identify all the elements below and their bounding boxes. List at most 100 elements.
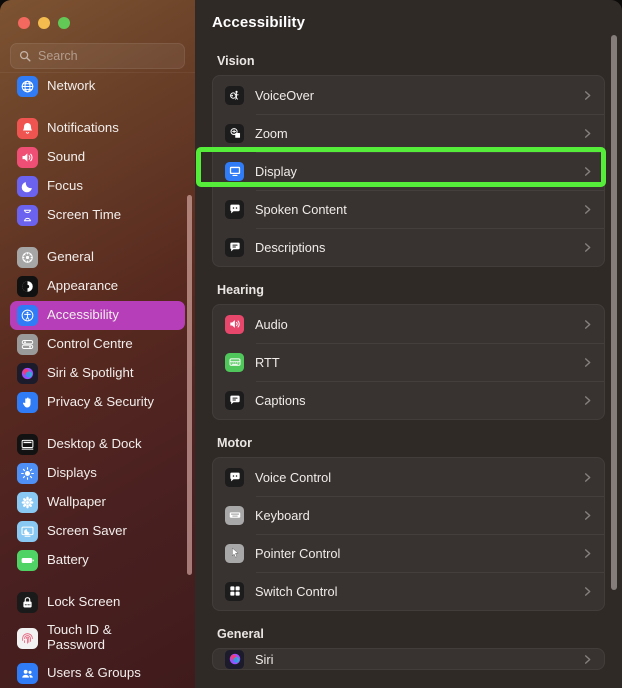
minimize-button[interactable] (38, 17, 50, 29)
settings-row-pointer-control[interactable]: Pointer Control (213, 534, 604, 572)
settings-card-hearing: Audio RTT Captions (212, 304, 605, 420)
sidebar-item-sound[interactable]: Sound (10, 143, 185, 172)
settings-row-voiceover[interactable]: VoiceOver (213, 76, 604, 114)
accessibility-person-icon (17, 305, 38, 326)
sidebar-item-general[interactable]: General (10, 243, 185, 272)
row-disclosure (582, 319, 593, 330)
sidebar-group-separator (10, 230, 185, 243)
rtt-phone-icon (225, 352, 244, 372)
settings-card-vision: VoiceOver Zoom Display Spoken Content De… (212, 75, 605, 267)
settings-row-descriptions[interactable]: Descriptions (213, 228, 604, 266)
sidebar-item-wallpaper[interactable]: Wallpaper (10, 488, 185, 517)
settings-row-siri[interactable]: Siri (213, 649, 604, 669)
row-disclosure (582, 90, 593, 101)
speech-bubble-icon (225, 199, 244, 219)
sidebar-item-lock-screen[interactable]: Lock Screen (10, 588, 185, 617)
hand-icon (17, 392, 38, 413)
control-centre-icon (17, 334, 38, 355)
search-container: Search (0, 40, 195, 69)
display-monitor-icon (225, 161, 244, 181)
chevron-right-icon (584, 654, 591, 664)
row-disclosure (582, 654, 593, 665)
sidebar-item-label: Accessibility (47, 307, 119, 323)
settings-row-label: Audio (255, 316, 288, 332)
sidebar-group-separator (10, 575, 185, 588)
sidebar-item-privacy-security[interactable]: Privacy & Security (10, 388, 185, 417)
search-icon (19, 50, 31, 62)
sidebar-item-control-centre[interactable]: Control Centre (10, 330, 185, 359)
chevron-right-icon (584, 510, 591, 520)
settings-row-captions[interactable]: Captions (213, 381, 604, 419)
audio-speaker-icon (225, 314, 244, 334)
sidebar-item-appearance[interactable]: Appearance (10, 272, 185, 301)
settings-row-label: Voice Control (255, 469, 332, 485)
settings-row-switch-control[interactable]: Switch Control (213, 572, 604, 610)
section-title-vision: Vision (217, 54, 255, 68)
sidebar-item-network[interactable]: Network (10, 72, 185, 101)
section-title-hearing: Hearing (217, 283, 264, 297)
zoom-button[interactable] (58, 17, 70, 29)
settings-row-label: RTT (255, 354, 280, 370)
page-title: Accessibility (212, 14, 306, 31)
row-disclosure (582, 128, 593, 139)
sidebar-scroll-area: Network Notifications Sound Focus Screen Tim… (0, 72, 195, 688)
settings-row-zoom[interactable]: Zoom (213, 114, 604, 152)
battery-icon (17, 550, 38, 571)
settings-row-label: Display (255, 163, 297, 179)
system-settings-window: Search Network Notifications Sound Focus Scr… (0, 0, 622, 688)
pointer-cursor-icon (225, 543, 244, 563)
row-disclosure (582, 472, 593, 483)
sidebar-item-label: Network (47, 78, 96, 94)
settings-row-voice-control[interactable]: Voice Control (213, 458, 604, 496)
sidebar-item-label: Focus (47, 178, 83, 194)
sidebar-item-label: General (47, 249, 94, 265)
sidebar-item-screen-saver[interactable]: Screen Saver (10, 517, 185, 546)
siri-icon (17, 363, 38, 384)
settings-row-display[interactable]: Display (213, 152, 604, 190)
chevron-right-icon (584, 472, 591, 482)
traffic-lights (0, 0, 195, 40)
row-disclosure (582, 586, 593, 597)
main-panel: Accessibility Vision VoiceOver Zoom Displ… (195, 0, 622, 688)
sidebar-item-desktop-dock[interactable]: Desktop & Dock (10, 430, 185, 459)
settings-card-motor: Voice Control Keyboard Pointer Control S… (212, 457, 605, 611)
main-scrollbar[interactable] (611, 35, 617, 590)
settings-row-audio[interactable]: Audio (213, 305, 604, 343)
settings-row-label: Descriptions (255, 239, 326, 255)
sidebar-item-label: Wallpaper (47, 494, 106, 510)
sidebar-item-focus[interactable]: Focus (10, 172, 185, 201)
sidebar-item-notifications[interactable]: Notifications (10, 114, 185, 143)
chevron-right-icon (584, 548, 591, 558)
sidebar-item-label: Users & Groups (47, 665, 141, 681)
chevron-right-icon (584, 204, 591, 214)
sidebar-item-label: Notifications (47, 120, 119, 136)
settings-row-rtt[interactable]: RTT (213, 343, 604, 381)
chevron-right-icon (584, 395, 591, 405)
settings-row-spoken-content[interactable]: Spoken Content (213, 190, 604, 228)
siri-icon (225, 649, 244, 669)
sidebar-item-touch-id-password[interactable]: Touch ID & Password (10, 617, 185, 659)
sidebar-group-separator (10, 101, 185, 114)
settings-row-keyboard[interactable]: Keyboard (213, 496, 604, 534)
sidebar-scrollbar[interactable] (187, 195, 192, 575)
sidebar: Search Network Notifications Sound Focus Scr… (0, 0, 195, 688)
zoom-magnifier-icon (225, 123, 244, 143)
hourglass-icon (17, 205, 38, 226)
sidebar-item-label: Sound (47, 149, 86, 165)
row-disclosure (582, 548, 593, 559)
sidebar-item-accessibility[interactable]: Accessibility (10, 301, 185, 330)
search-input[interactable]: Search (10, 43, 185, 69)
sidebar-item-siri-spotlight[interactable]: Siri & Spotlight (10, 359, 185, 388)
sidebar-item-label: Desktop & Dock (47, 436, 142, 452)
voice-control-icon (225, 467, 244, 487)
close-button[interactable] (18, 17, 30, 29)
sidebar-item-screen-time[interactable]: Screen Time (10, 201, 185, 230)
sidebar-item-displays[interactable]: Displays (10, 459, 185, 488)
chevron-right-icon (584, 319, 591, 329)
search-placeholder: Search (38, 49, 78, 63)
fingerprint-icon (17, 627, 38, 649)
sidebar-item-label: Appearance (47, 278, 119, 294)
contrast-circle-icon (17, 276, 38, 297)
sidebar-item-battery[interactable]: Battery (10, 546, 185, 575)
sidebar-item-users-groups[interactable]: Users & Groups (10, 659, 185, 688)
